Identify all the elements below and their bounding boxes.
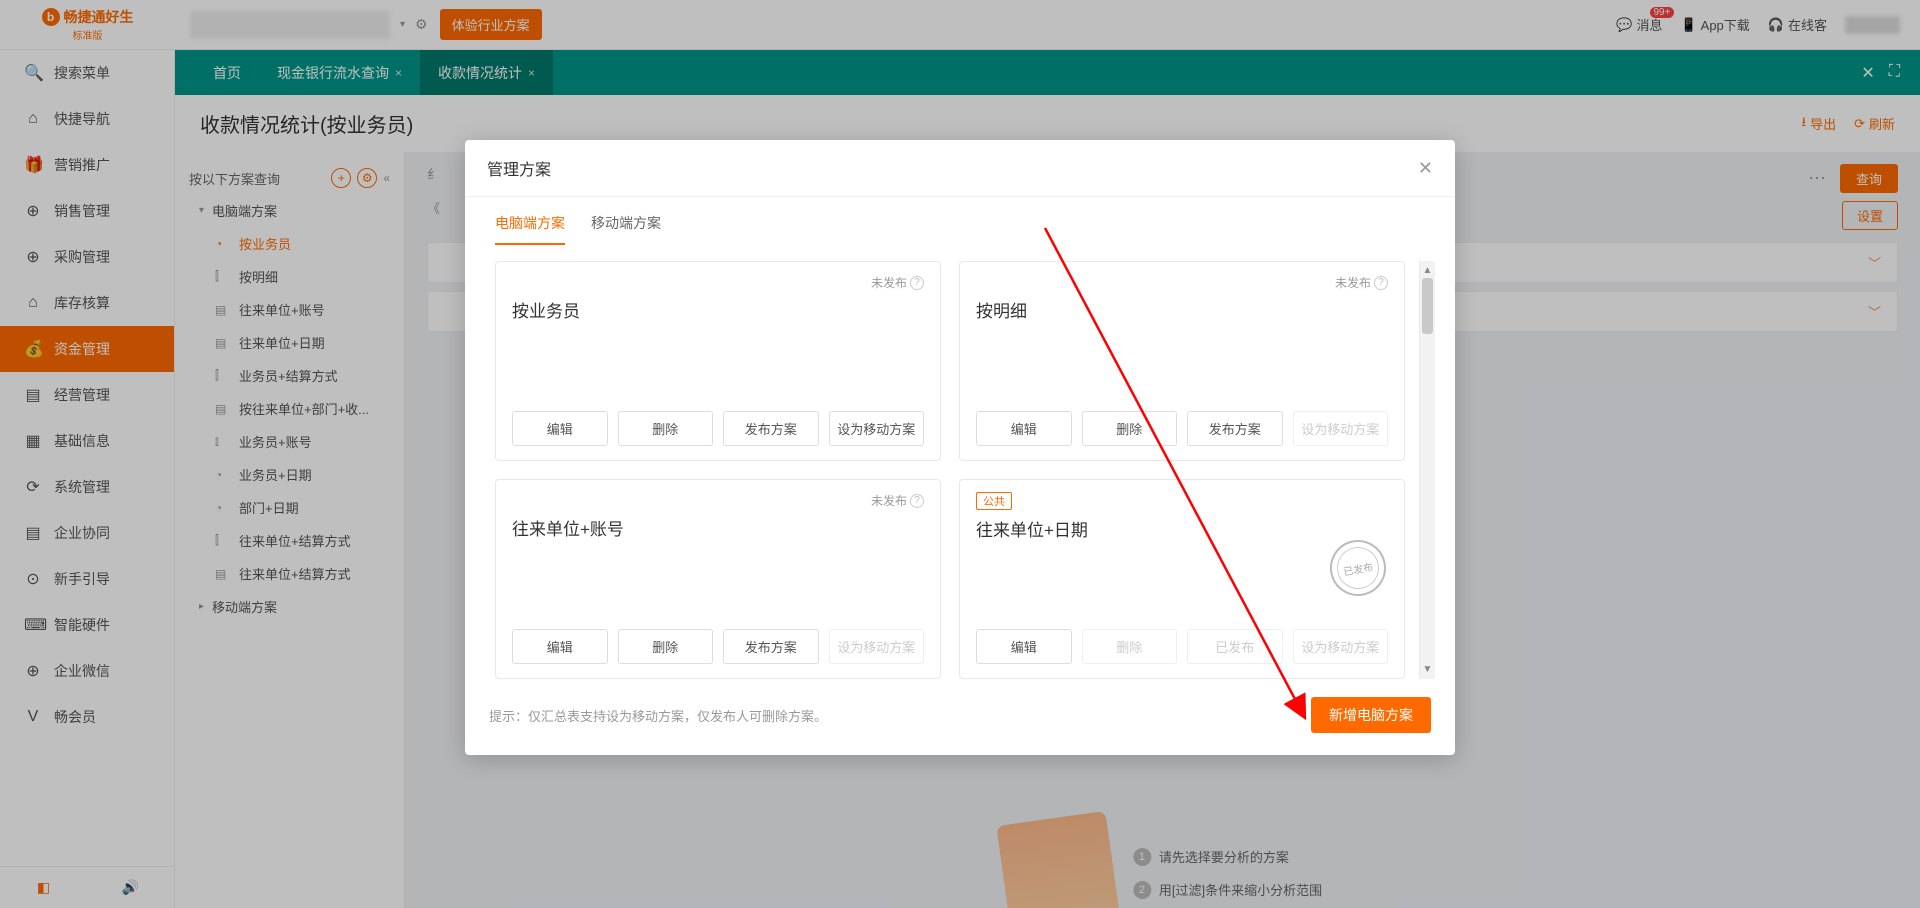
help-icon[interactable]: ? — [910, 276, 924, 290]
card-status-label: 未发布 — [1335, 274, 1371, 291]
card-action-0[interactable]: 编辑 — [512, 629, 608, 664]
card-action-2[interactable]: 发布方案 — [1187, 411, 1283, 446]
card-action-0[interactable]: 编辑 — [976, 629, 1072, 664]
scroll-up-icon[interactable]: ▲ — [1423, 263, 1433, 278]
help-icon[interactable]: ? — [910, 494, 924, 508]
scheme-card-0: 未发布? 按业务员编辑删除发布方案设为移动方案 — [495, 261, 941, 461]
card-action-1[interactable]: 删除 — [618, 629, 714, 664]
public-badge: 公共 — [976, 492, 1012, 510]
card-action-3: 设为移动方案 — [1293, 629, 1389, 664]
card-action-3[interactable]: 设为移动方案 — [829, 411, 925, 446]
close-icon[interactable]: ✕ — [1418, 158, 1433, 179]
modal-scrollbar[interactable]: ▲ ▼ — [1419, 261, 1435, 679]
card-action-1: 删除 — [1082, 629, 1178, 664]
help-icon[interactable]: ? — [1374, 276, 1388, 290]
card-title: 往来单位+日期 — [976, 516, 1388, 541]
card-action-3: 设为移动方案 — [1293, 411, 1389, 446]
card-action-3: 设为移动方案 — [829, 629, 925, 664]
card-action-1[interactable]: 删除 — [618, 411, 714, 446]
scroll-down-icon[interactable]: ▼ — [1423, 662, 1433, 677]
card-action-2[interactable]: 发布方案 — [723, 411, 819, 446]
modal-tab-pc[interactable]: 电脑端方案 — [495, 213, 565, 245]
card-status-label: 未发布 — [871, 274, 907, 291]
scroll-thumb[interactable] — [1422, 278, 1433, 334]
scheme-card-3: 公共往来单位+日期已发布编辑删除已发布设为移动方案 — [959, 479, 1405, 679]
card-status-label: 未发布 — [871, 492, 907, 509]
card-action-0[interactable]: 编辑 — [512, 411, 608, 446]
card-title: 按业务员 — [512, 297, 924, 322]
modal-tabs: 电脑端方案 移动端方案 — [465, 197, 1455, 245]
manage-scheme-modal: 管理方案 ✕ 电脑端方案 移动端方案 未发布?按业务员编辑删除发布方案设为移动方… — [465, 140, 1455, 755]
card-action-1[interactable]: 删除 — [1082, 411, 1178, 446]
card-action-0[interactable]: 编辑 — [976, 411, 1072, 446]
modal-title: 管理方案 — [487, 156, 551, 180]
card-title: 往来单位+账号 — [512, 515, 924, 540]
scheme-card-2: 未发布? 往来单位+账号编辑删除发布方案设为移动方案 — [495, 479, 941, 679]
add-pc-scheme-button[interactable]: 新增电脑方案 — [1311, 697, 1431, 733]
card-action-2[interactable]: 发布方案 — [723, 629, 819, 664]
modal-tip: 提示：仅汇总表支持设为移动方案，仅发布人可删除方案。 — [489, 706, 827, 725]
card-title: 按明细 — [976, 297, 1388, 322]
published-stamp: 已发布 — [1326, 536, 1391, 601]
modal-tab-mobile[interactable]: 移动端方案 — [591, 213, 661, 245]
card-action-2: 已发布 — [1187, 629, 1283, 664]
scheme-card-1: 未发布? 按明细编辑删除发布方案设为移动方案 — [959, 261, 1405, 461]
